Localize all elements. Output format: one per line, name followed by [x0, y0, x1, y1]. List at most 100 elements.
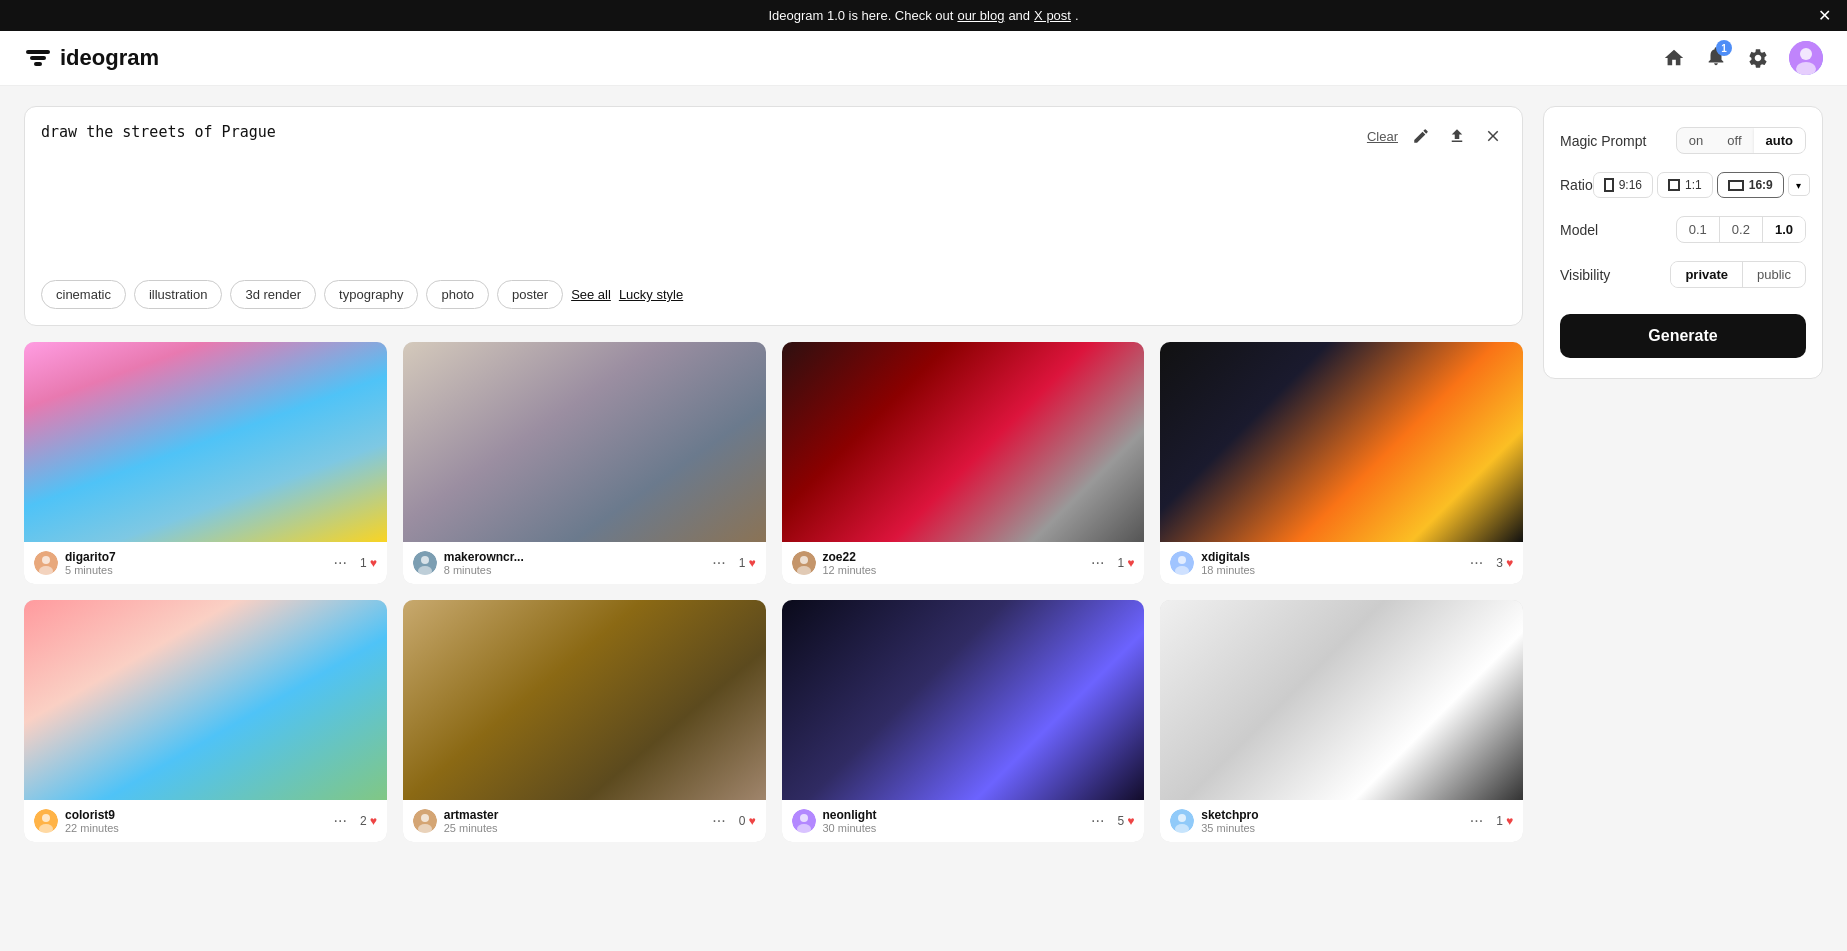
gallery-item[interactable]: digarito75 minutes ··· 1 ♥ — [24, 342, 387, 584]
more-options-button[interactable]: ··· — [1465, 810, 1488, 832]
close-banner-button[interactable]: ✕ — [1818, 8, 1831, 24]
svg-point-13 — [800, 556, 808, 564]
svg-point-4 — [1800, 48, 1812, 60]
style-tag-poster[interactable]: poster — [497, 280, 563, 309]
svg-point-22 — [421, 814, 429, 822]
more-options-button[interactable]: ··· — [329, 810, 352, 832]
user-info: digarito75 minutes — [34, 550, 116, 576]
gallery-item[interactable]: xdigitals18 minutes ··· 3 ♥ — [1160, 342, 1523, 584]
blog-link[interactable]: our blog — [957, 8, 1004, 23]
ratio-dropdown-button[interactable]: ▾ — [1788, 174, 1810, 196]
more-options-button[interactable]: ··· — [329, 552, 352, 574]
gallery-image — [782, 342, 1145, 542]
model-0-1[interactable]: 0.1 — [1677, 217, 1719, 242]
model-toggle: 0.1 0.2 1.0 — [1676, 216, 1806, 243]
more-options-button[interactable]: ··· — [1086, 810, 1109, 832]
gallery-image — [403, 342, 766, 542]
settings-icon[interactable] — [1747, 47, 1769, 69]
ratio-label: Ratio — [1560, 177, 1593, 193]
magic-prompt-toggle: on off auto — [1676, 127, 1806, 154]
generate-button[interactable]: Generate — [1560, 314, 1806, 358]
gallery-image — [1160, 342, 1523, 542]
heart-icon: ♥ — [1127, 814, 1134, 828]
gallery-item[interactable]: artmaster25 minutes ··· 0 ♥ — [403, 600, 766, 842]
user-details: neonlight30 minutes — [823, 808, 877, 834]
lucky-style-button[interactable]: Lucky style — [619, 287, 683, 302]
prompt-panel: Clear — [24, 106, 1523, 326]
notifications-button[interactable]: 1 — [1705, 45, 1727, 71]
logo-text: ideogram — [60, 45, 159, 71]
gallery-meta: zoe2212 minutes ··· 1 ♥ — [782, 542, 1145, 584]
magic-prompt-off[interactable]: off — [1715, 128, 1753, 153]
like-count: 1 ♥ — [739, 556, 756, 570]
visibility-private[interactable]: private — [1671, 262, 1742, 287]
gallery-item[interactable]: makerowncr...8 minutes ··· 1 ♥ — [403, 342, 766, 584]
header: ideogram 1 — [0, 31, 1847, 86]
user-avatar[interactable] — [1789, 41, 1823, 75]
like-count: 0 ♥ — [739, 814, 756, 828]
user-avatar-small — [792, 809, 816, 833]
x-link[interactable]: X post — [1034, 8, 1071, 23]
style-tag-illustration[interactable]: illustration — [134, 280, 223, 309]
model-1-0[interactable]: 1.0 — [1762, 217, 1805, 242]
gallery-meta: makerowncr...8 minutes ··· 1 ♥ — [403, 542, 766, 584]
user-info: sketchpro35 minutes — [1170, 808, 1258, 834]
gallery-item[interactable]: zoe2212 minutes ··· 1 ♥ — [782, 342, 1145, 584]
gallery-meta: colorist922 minutes ··· 2 ♥ — [24, 800, 387, 842]
more-options-button[interactable]: ··· — [1465, 552, 1488, 574]
meta-right: ··· 5 ♥ — [1086, 810, 1134, 832]
settings-panel: Magic Prompt on off auto Ratio 9:16 — [1543, 106, 1823, 379]
style-tag-typography[interactable]: typography — [324, 280, 418, 309]
username: artmaster — [444, 808, 499, 822]
ratio-9-16[interactable]: 9:16 — [1593, 172, 1653, 198]
home-icon[interactable] — [1663, 47, 1685, 69]
ratio-1-1[interactable]: 1:1 — [1657, 172, 1713, 198]
edit-button[interactable] — [1408, 123, 1434, 149]
logo[interactable]: ideogram — [24, 44, 159, 72]
right-panel: Magic Prompt on off auto Ratio 9:16 — [1543, 106, 1823, 842]
close-prompt-button[interactable] — [1480, 123, 1506, 149]
heart-icon: ♥ — [748, 814, 755, 828]
more-options-button[interactable]: ··· — [1086, 552, 1109, 574]
see-all-button[interactable]: See all — [571, 287, 611, 302]
user-time: 5 minutes — [65, 564, 116, 576]
visibility-public[interactable]: public — [1742, 262, 1805, 287]
banner-period: . — [1075, 8, 1079, 23]
ratio-16-9[interactable]: 16:9 — [1717, 172, 1784, 198]
magic-prompt-on[interactable]: on — [1677, 128, 1715, 153]
user-time: 25 minutes — [444, 822, 499, 834]
style-tag-photo[interactable]: photo — [426, 280, 489, 309]
user-time: 35 minutes — [1201, 822, 1258, 834]
upload-button[interactable] — [1444, 123, 1470, 149]
gallery-item[interactable]: neonlight30 minutes ··· 5 ♥ — [782, 600, 1145, 842]
magic-prompt-auto[interactable]: auto — [1754, 128, 1805, 153]
gallery-item[interactable]: sketchpro35 minutes ··· 1 ♥ — [1160, 600, 1523, 842]
like-count: 1 ♥ — [360, 556, 377, 570]
style-tag-cinematic[interactable]: cinematic — [41, 280, 126, 309]
svg-rect-2 — [34, 62, 42, 66]
clear-button[interactable]: Clear — [1367, 129, 1398, 144]
ratio-setting: Ratio 9:16 1:1 16:9 ▾ — [1560, 172, 1806, 198]
gallery-meta: xdigitals18 minutes ··· 3 ♥ — [1160, 542, 1523, 584]
user-time: 8 minutes — [444, 564, 524, 576]
gallery-image — [1160, 600, 1523, 800]
username: neonlight — [823, 808, 877, 822]
more-options-button[interactable]: ··· — [707, 810, 730, 832]
banner-and: and — [1008, 8, 1030, 23]
prompt-input[interactable] — [41, 123, 1367, 183]
gallery-item[interactable]: colorist922 minutes ··· 2 ♥ — [24, 600, 387, 842]
visibility-setting: Visibility private public — [1560, 261, 1806, 288]
user-info: neonlight30 minutes — [792, 808, 877, 834]
magic-prompt-setting: Magic Prompt on off auto — [1560, 127, 1806, 154]
user-avatar-small — [1170, 809, 1194, 833]
more-options-button[interactable]: ··· — [707, 552, 730, 574]
username: zoe22 — [823, 550, 877, 564]
username: colorist9 — [65, 808, 119, 822]
style-tag-3d-render[interactable]: 3d render — [230, 280, 316, 309]
username: sketchpro — [1201, 808, 1258, 822]
image-gallery: digarito75 minutes ··· 1 ♥ makerowncr...… — [24, 342, 1523, 842]
model-label: Model — [1560, 222, 1598, 238]
meta-right: ··· 1 ♥ — [707, 552, 755, 574]
model-0-2[interactable]: 0.2 — [1719, 217, 1762, 242]
user-time: 22 minutes — [65, 822, 119, 834]
